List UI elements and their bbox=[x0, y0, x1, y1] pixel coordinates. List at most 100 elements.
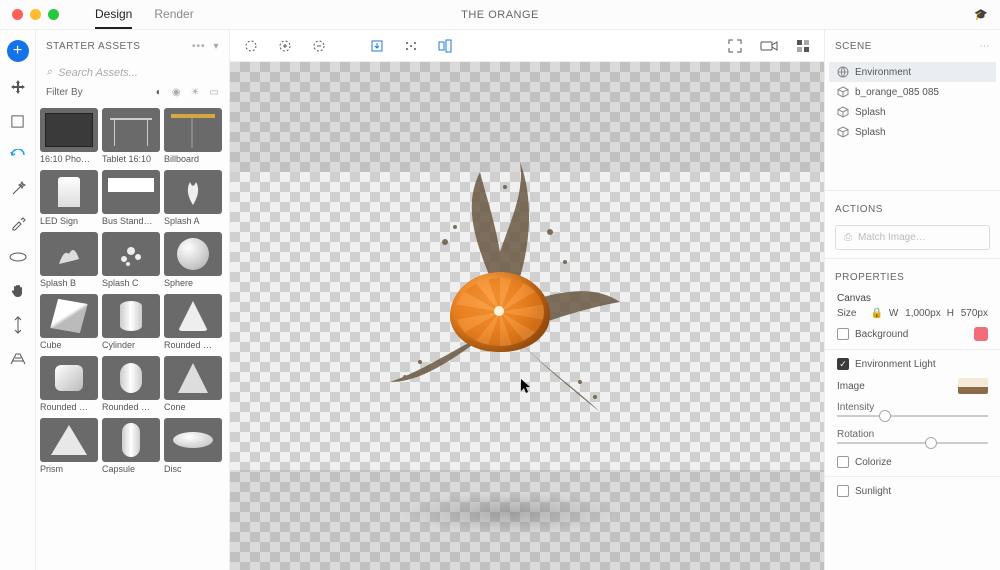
asset-thumb bbox=[164, 170, 222, 214]
asset-item[interactable]: Cone bbox=[164, 356, 222, 416]
close-window-button[interactable] bbox=[12, 9, 23, 20]
add-selection-icon[interactable] bbox=[276, 37, 294, 55]
scene-item-label: Splash bbox=[855, 127, 886, 138]
window-controls bbox=[12, 9, 59, 20]
maximize-window-button[interactable] bbox=[48, 9, 59, 20]
filter-images-icon[interactable]: ▭ bbox=[210, 87, 219, 98]
rotation-slider[interactable] bbox=[825, 440, 1000, 452]
background-checkbox[interactable] bbox=[837, 328, 849, 340]
frame-tool-icon[interactable] bbox=[9, 112, 27, 130]
env-image-thumb[interactable] bbox=[958, 378, 988, 394]
asset-thumb bbox=[102, 108, 160, 152]
asset-item[interactable]: Splash A bbox=[164, 170, 222, 230]
tool-strip: + bbox=[0, 30, 36, 570]
env-image-label: Image bbox=[837, 381, 865, 392]
eyedropper-tool-icon[interactable] bbox=[9, 214, 27, 232]
intensity-slider[interactable] bbox=[825, 413, 1000, 425]
sunlight-checkbox[interactable] bbox=[837, 485, 849, 497]
asset-item[interactable]: Tablet 16:10 bbox=[102, 108, 160, 168]
asset-item[interactable]: Rounded … bbox=[102, 356, 160, 416]
tab-design[interactable]: Design bbox=[95, 1, 132, 29]
fullscreen-icon[interactable] bbox=[726, 37, 744, 55]
orbit-tool-icon[interactable] bbox=[9, 248, 27, 266]
asset-item[interactable]: LED Sign bbox=[40, 170, 98, 230]
match-image-icon: ⎙ bbox=[844, 232, 852, 243]
learn-icon[interactable]: 🎓 bbox=[974, 8, 988, 21]
orange-object[interactable] bbox=[450, 272, 550, 352]
add-button[interactable]: + bbox=[7, 40, 29, 62]
filter-models-icon[interactable]: ◐ bbox=[156, 87, 162, 98]
wand-tool-icon[interactable] bbox=[9, 180, 27, 198]
select-mode-icon[interactable] bbox=[242, 37, 260, 55]
width-value[interactable]: 1,000px bbox=[905, 308, 941, 319]
asset-item[interactable]: Splash C bbox=[102, 232, 160, 292]
asset-label: Billboard bbox=[164, 152, 222, 168]
lock-aspect-icon[interactable]: 🔒 bbox=[870, 308, 882, 319]
render-settings-icon[interactable] bbox=[794, 37, 812, 55]
asset-label: Cone bbox=[164, 400, 222, 416]
asset-label: Disc bbox=[164, 462, 222, 478]
subtract-selection-icon[interactable] bbox=[310, 37, 328, 55]
scene-item[interactable]: Splash bbox=[829, 102, 996, 122]
asset-item[interactable]: Cylinder bbox=[102, 294, 160, 354]
search-assets-input[interactable] bbox=[58, 67, 219, 79]
asset-item[interactable]: Capsule bbox=[102, 418, 160, 478]
asset-label: Splash A bbox=[164, 214, 222, 230]
asset-thumb bbox=[164, 108, 222, 152]
scene-panel-menu-icon[interactable]: ⋯ bbox=[980, 41, 991, 52]
panel-collapse-icon[interactable]: ▾ bbox=[213, 41, 219, 52]
mode-tabs: Design Render bbox=[95, 1, 194, 29]
height-value[interactable]: 570px bbox=[961, 308, 988, 319]
filter-materials-icon[interactable]: ◉ bbox=[172, 87, 181, 98]
env-light-label: Environment Light bbox=[855, 359, 936, 370]
asset-thumb bbox=[164, 356, 222, 400]
filter-lights-icon[interactable]: ☀ bbox=[191, 87, 200, 98]
asset-grid: 16:10 Pho…Tablet 16:10Billboard LED SignB… bbox=[36, 106, 229, 570]
particles-icon[interactable] bbox=[402, 37, 420, 55]
asset-label: Cylinder bbox=[102, 338, 160, 354]
asset-item[interactable]: 16:10 Pho… bbox=[40, 108, 98, 168]
undo-icon[interactable] bbox=[9, 146, 27, 164]
scene-item[interactable]: b_orange_085 085 bbox=[829, 82, 996, 102]
asset-thumb bbox=[102, 356, 160, 400]
minimize-window-button[interactable] bbox=[30, 9, 41, 20]
scene-item[interactable]: Splash bbox=[829, 122, 996, 142]
scene-item[interactable]: Environment bbox=[829, 62, 996, 82]
right-panel: SCENE ⋯ Environmentb_orange_085 085Splas… bbox=[824, 30, 1000, 570]
asset-thumb bbox=[164, 232, 222, 276]
ground-shadow bbox=[400, 492, 620, 534]
match-image-label: Match Image… bbox=[858, 232, 926, 243]
asset-thumb bbox=[164, 294, 222, 338]
asset-item[interactable]: Sphere bbox=[164, 232, 222, 292]
colorize-checkbox[interactable] bbox=[837, 456, 849, 468]
camera-icon[interactable] bbox=[760, 37, 778, 55]
scene-item-label: Environment bbox=[855, 67, 911, 78]
asset-label: Rounded … bbox=[40, 400, 98, 416]
asset-item[interactable]: Bus Stand… bbox=[102, 170, 160, 230]
viewport[interactable] bbox=[230, 62, 824, 570]
asset-item[interactable]: Billboard bbox=[164, 108, 222, 168]
sunlight-label: Sunlight bbox=[855, 486, 891, 497]
canvas-section-label: Canvas bbox=[825, 289, 1000, 304]
tab-render[interactable]: Render bbox=[154, 1, 193, 29]
snap-to-ground-icon[interactable] bbox=[368, 37, 386, 55]
asset-label: Prism bbox=[40, 462, 98, 478]
perspective-tool-icon[interactable] bbox=[9, 350, 27, 368]
asset-item[interactable]: Disc bbox=[164, 418, 222, 478]
asset-item[interactable]: Rounded … bbox=[164, 294, 222, 354]
asset-item[interactable]: Splash B bbox=[40, 232, 98, 292]
align-icon[interactable] bbox=[436, 37, 454, 55]
rotation-label: Rotation bbox=[825, 425, 1000, 440]
match-image-button[interactable]: ⎙ Match Image… bbox=[835, 225, 990, 250]
dolly-tool-icon[interactable] bbox=[9, 316, 27, 334]
env-light-checkbox[interactable] bbox=[837, 358, 849, 370]
asset-label: 16:10 Pho… bbox=[40, 152, 98, 168]
background-color-swatch[interactable] bbox=[974, 327, 988, 341]
asset-item[interactable]: Rounded … bbox=[40, 356, 98, 416]
asset-item[interactable]: Cube bbox=[40, 294, 98, 354]
panel-menu-icon[interactable]: ••• bbox=[192, 41, 206, 52]
asset-item[interactable]: Prism bbox=[40, 418, 98, 478]
move-tool-icon[interactable] bbox=[9, 78, 27, 96]
asset-thumb bbox=[102, 294, 160, 338]
hand-tool-icon[interactable] bbox=[9, 282, 27, 300]
